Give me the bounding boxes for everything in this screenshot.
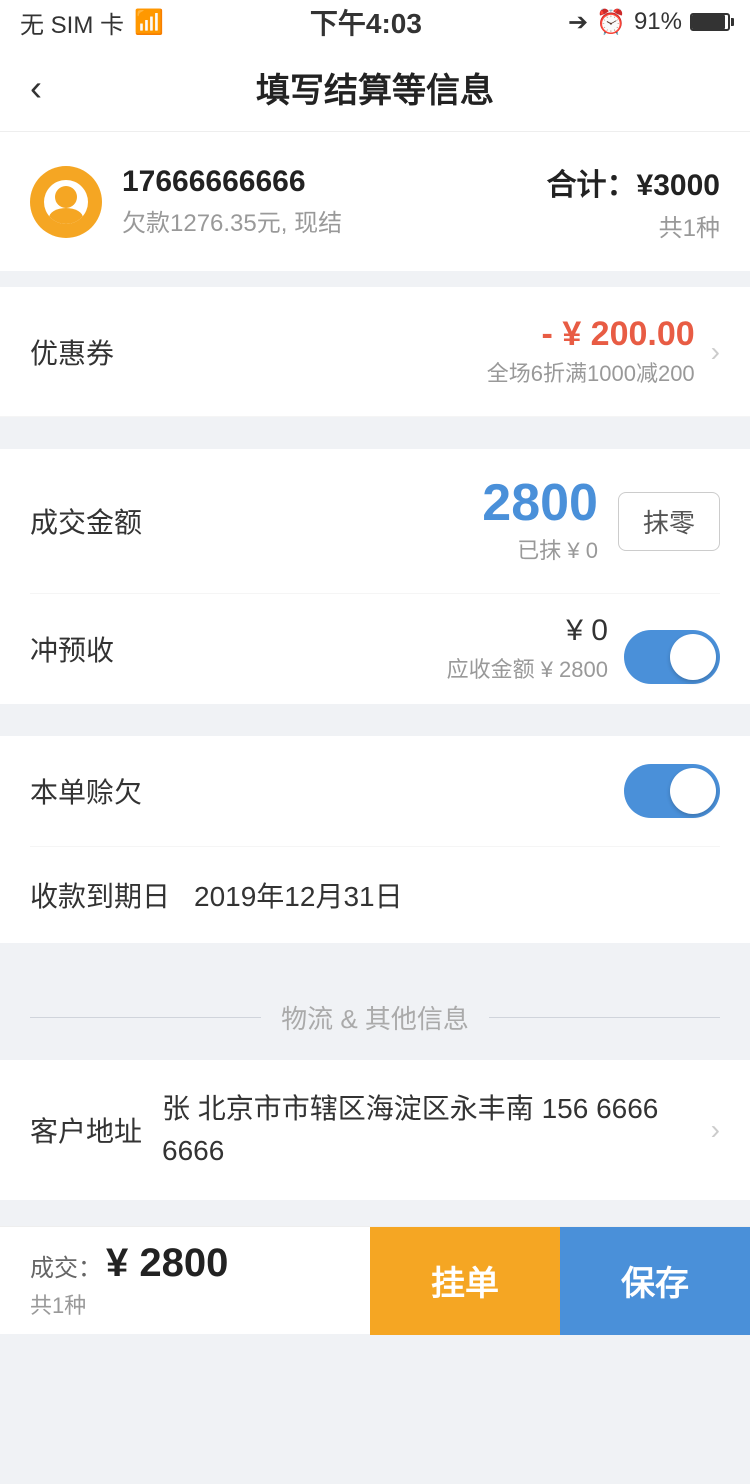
chong-label: 冲预收 bbox=[30, 629, 114, 669]
benshan-section: 本单赊欠 收款到期日 2019年12月31日 bbox=[0, 736, 750, 943]
logistics-line-right bbox=[489, 1017, 720, 1018]
separator-1 bbox=[0, 433, 750, 449]
due-date-row: 收款到期日 2019年12月31日 bbox=[0, 847, 750, 943]
deal-amount-col: 2800 已抹 ¥ 0 bbox=[482, 477, 598, 565]
bottom-bar: 成交： ¥ 2800 共1种 挂单 保存 bbox=[0, 1226, 750, 1334]
benshan-toggle[interactable] bbox=[624, 764, 720, 818]
bottom-price: ¥ 2800 bbox=[106, 1241, 228, 1286]
customer-section: 17666666666 欠款1276.35元, 现结 合计：¥3000 共1种 bbox=[0, 132, 750, 271]
total-count: 共1种 bbox=[547, 208, 720, 243]
chong-right: ¥ 0 应收金额 ¥ 2800 bbox=[114, 614, 720, 684]
total-amount: 合计：¥3000 bbox=[547, 160, 720, 204]
hang-button[interactable]: 挂单 bbox=[370, 1227, 560, 1335]
benshan-label: 本单赊欠 bbox=[30, 771, 142, 811]
chong-amount: ¥ 0 bbox=[447, 614, 608, 648]
customer-info: 17666666666 欠款1276.35元, 现结 bbox=[122, 165, 547, 238]
logistics-text: 物流 & 其他信息 bbox=[281, 999, 469, 1036]
avatar-inner bbox=[44, 180, 88, 224]
coupon-row[interactable]: 优惠券 - ¥ 200.00 全场6折满1000减200 › bbox=[0, 287, 750, 417]
address-value: 张 北京市市辖区海淀区永丰南 156 6666 6666 bbox=[162, 1088, 701, 1172]
chong-amount-col: ¥ 0 应收金额 ¥ 2800 bbox=[447, 614, 608, 684]
bottom-left: 成交： ¥ 2800 共1种 bbox=[0, 1241, 370, 1320]
separator-2 bbox=[0, 720, 750, 736]
time-label: 下午4:03 bbox=[310, 2, 422, 42]
address-row[interactable]: 客户地址 张 北京市市辖区海淀区永丰南 156 6666 6666 › bbox=[0, 1060, 750, 1200]
logistics-divider: 物流 & 其他信息 bbox=[0, 975, 750, 1060]
alarm-icon: ⏰ bbox=[596, 8, 626, 37]
customer-sub: 欠款1276.35元, 现结 bbox=[122, 203, 547, 238]
deal-label: 成交金额 bbox=[30, 501, 142, 541]
address-label: 客户地址 bbox=[30, 1110, 142, 1150]
coupon-right: - ¥ 200.00 全场6折满1000减200 › bbox=[114, 315, 720, 388]
page-header: ‹ 填写结算等信息 bbox=[0, 44, 750, 132]
coupon-desc: 全场6折满1000减200 bbox=[487, 356, 695, 388]
benshan-row: 本单赊欠 bbox=[0, 736, 750, 846]
deal-amount-row: 成交金额 2800 已抹 ¥ 0 抹零 bbox=[0, 449, 750, 593]
logistics-line-left bbox=[30, 1017, 261, 1018]
bottom-count: 共1种 bbox=[30, 1288, 340, 1320]
chong-sub: 应收金额 ¥ 2800 bbox=[447, 652, 608, 684]
coupon-label: 优惠券 bbox=[30, 332, 114, 372]
save-button[interactable]: 保存 bbox=[560, 1227, 750, 1335]
bottom-padding bbox=[0, 1376, 750, 1484]
avatar-body bbox=[49, 208, 83, 224]
coupon-col: - ¥ 200.00 全场6折满1000减200 bbox=[487, 315, 695, 388]
customer-row: 17666666666 欠款1276.35元, 现结 合计：¥3000 共1种 bbox=[0, 132, 750, 271]
status-bar: 无 SIM 卡 📶 下午4:03 ➔ ⏰ 91% bbox=[0, 0, 750, 44]
deal-section: 成交金额 2800 已抹 ¥ 0 抹零 冲预收 ¥ 0 应收金额 ¥ 2800 bbox=[0, 449, 750, 704]
battery-fill bbox=[692, 15, 725, 29]
status-right: ➔ ⏰ 91% bbox=[568, 8, 730, 37]
round-button[interactable]: 抹零 bbox=[618, 492, 720, 551]
carrier-label: 无 SIM 卡 bbox=[20, 5, 124, 40]
customer-total: 合计：¥3000 共1种 bbox=[547, 160, 720, 243]
battery-label: 91% bbox=[634, 8, 682, 36]
due-date-label: 收款到期日 bbox=[30, 875, 170, 915]
chong-row: 冲预收 ¥ 0 应收金额 ¥ 2800 bbox=[0, 594, 750, 704]
coupon-amount: - ¥ 200.00 bbox=[487, 315, 695, 354]
address-chevron-icon: › bbox=[711, 1114, 720, 1146]
back-button[interactable]: ‹ bbox=[30, 67, 42, 109]
address-section: 客户地址 张 北京市市辖区海淀区永丰南 156 6666 6666 › bbox=[0, 1060, 750, 1200]
page-title: 填写结算等信息 bbox=[256, 63, 494, 112]
deal-num: 2800 bbox=[482, 477, 598, 529]
chong-toggle[interactable] bbox=[624, 630, 720, 684]
deal-sub: 已抹 ¥ 0 bbox=[482, 533, 598, 565]
avatar-head bbox=[55, 186, 77, 208]
customer-phone: 17666666666 bbox=[122, 165, 547, 199]
due-date-value: 2019年12月31日 bbox=[194, 875, 403, 915]
avatar bbox=[30, 166, 102, 238]
status-left: 无 SIM 卡 📶 bbox=[20, 5, 164, 40]
coupon-section: 优惠券 - ¥ 200.00 全场6折满1000减200 › bbox=[0, 287, 750, 417]
bottom-deal-label: 成交： bbox=[30, 1248, 102, 1283]
separator-3 bbox=[0, 959, 750, 975]
wifi-icon: 📶 bbox=[134, 8, 164, 37]
benshan-right bbox=[142, 764, 720, 818]
location-icon: ➔ bbox=[568, 8, 588, 37]
benshan-toggle-knob bbox=[670, 768, 716, 814]
battery-icon bbox=[690, 13, 730, 31]
toggle-knob bbox=[670, 634, 716, 680]
coupon-chevron-icon: › bbox=[711, 336, 720, 368]
deal-right: 2800 已抹 ¥ 0 抹零 bbox=[142, 477, 720, 565]
